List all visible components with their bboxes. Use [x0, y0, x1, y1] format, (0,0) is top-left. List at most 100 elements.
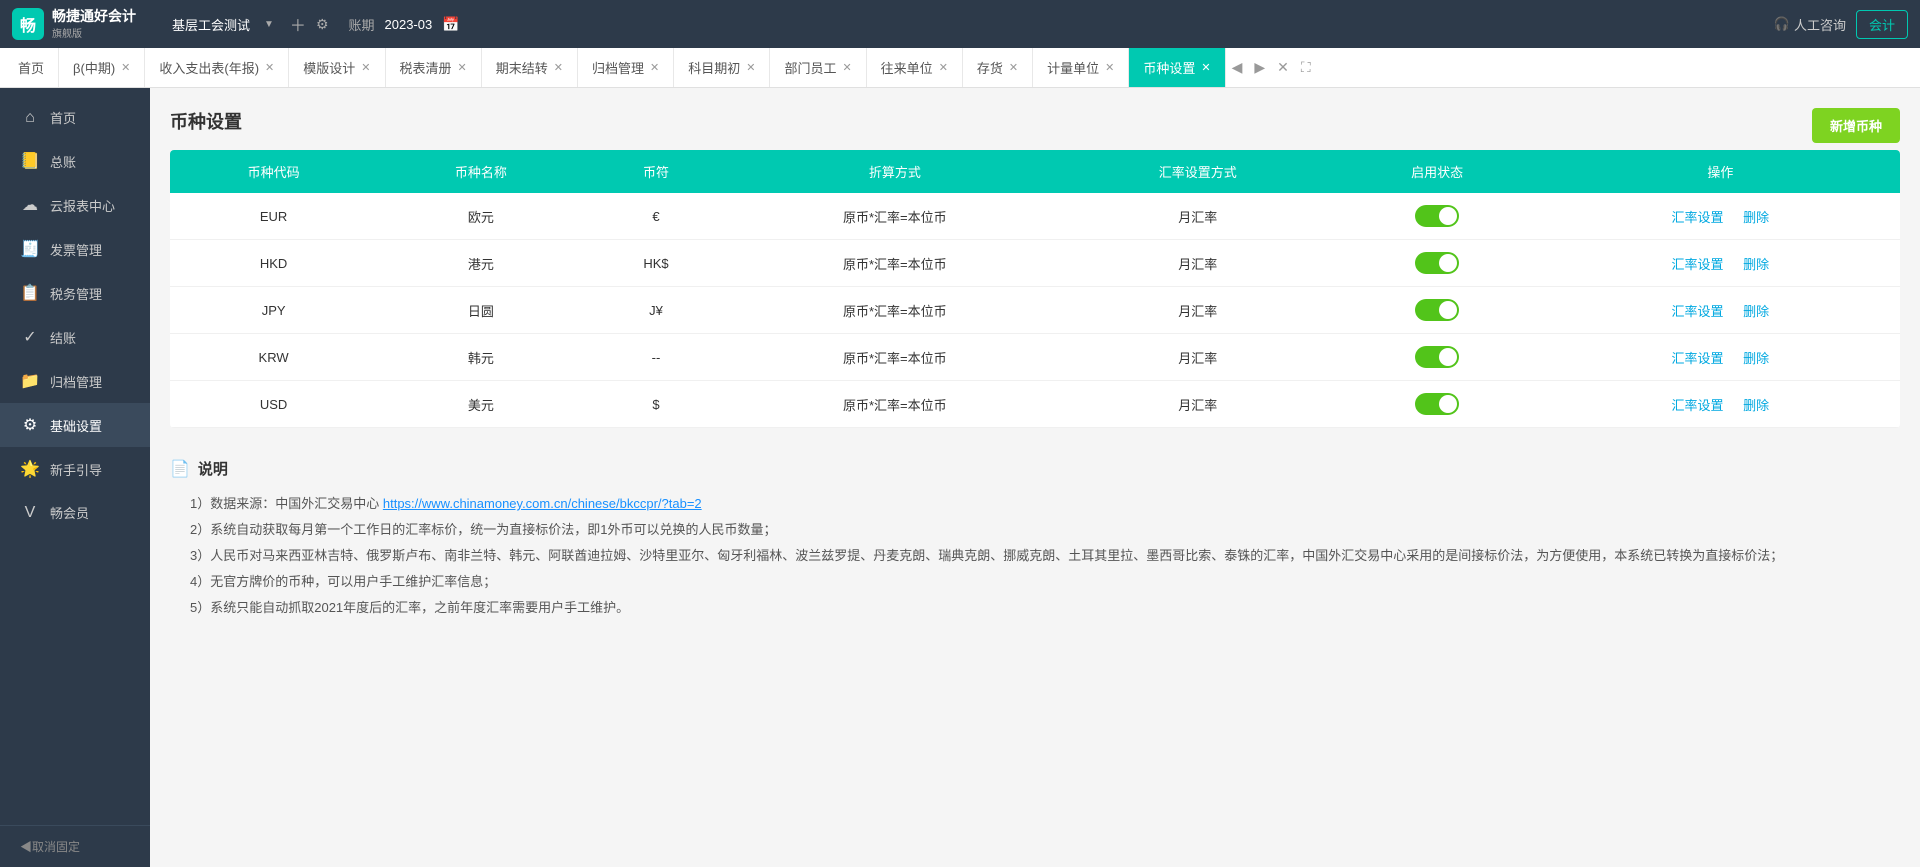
tab-close-subjects[interactable]: ✕ — [746, 61, 755, 74]
delete-link-2[interactable]: 删除 — [1743, 304, 1769, 319]
cell-rate-type-0: 月汇率 — [1062, 193, 1333, 240]
cell-rate-type-4: 月汇率 — [1062, 381, 1333, 428]
settings-icon[interactable]: ⚙ — [316, 16, 329, 33]
table-row: JPY 日圆 J¥ 原币*汇率=本位币 月汇率 汇率设置 删除 — [170, 287, 1900, 334]
tab-subjects[interactable]: 科目期初 ✕ — [674, 48, 770, 88]
sidebar-item-ledger[interactable]: 📒 总账 — [0, 139, 150, 183]
tab-dept[interactable]: 部门员工 ✕ — [770, 48, 866, 88]
cell-status-2 — [1333, 287, 1540, 334]
cell-rate-type-1: 月汇率 — [1062, 240, 1333, 287]
content-area: 币种设置 新增币种 币种代码 币种名称 币符 折算方式 汇率设置方式 启用状态 … — [150, 88, 1920, 867]
toggle-enabled-3[interactable] — [1415, 346, 1459, 368]
tab-archive[interactable]: 归档管理 ✕ — [578, 48, 674, 88]
tab-close-unit[interactable]: ✕ — [1105, 61, 1114, 74]
tab-prev-button[interactable]: ◀ — [1226, 59, 1249, 76]
period-value[interactable]: 2023-03 — [385, 17, 433, 32]
tab-close-period-end[interactable]: ✕ — [554, 61, 563, 74]
tab-close-income[interactable]: ✕ — [265, 61, 274, 74]
delete-link-0[interactable]: 删除 — [1743, 210, 1769, 225]
tab-next-button[interactable]: ▶ — [1248, 59, 1271, 76]
account-button[interactable]: 会计 — [1856, 10, 1908, 39]
toggle-enabled-2[interactable] — [1415, 299, 1459, 321]
top-bar: 畅 畅捷通好会计 旗舰版 基层工会测试 ▼ ＋ ⚙ 账期 2023-03 📅 🎧… — [0, 0, 1920, 48]
currency-table: 币种代码 币种名称 币符 折算方式 汇率设置方式 启用状态 操作 EUR 欧元 … — [170, 150, 1900, 428]
logo-icon: 畅 — [12, 8, 44, 40]
col-header-conversion: 折算方式 — [728, 150, 1063, 193]
add-project-button[interactable]: ＋ — [290, 12, 306, 36]
sidebar-item-checkout[interactable]: ✓ 结账 — [0, 315, 150, 359]
tab-close-inventory[interactable]: ✕ — [1009, 61, 1018, 74]
tax-icon: 📋 — [20, 283, 40, 303]
delete-link-1[interactable]: 删除 — [1743, 257, 1769, 272]
note-item-3: 3）人民币对马来西亚林吉特、俄罗斯卢布、南非兰特、韩元、阿联酋迪拉姆、沙特里亚尔… — [190, 543, 1900, 569]
sidebar-item-guide[interactable]: 🌟 新手引导 — [0, 447, 150, 491]
table-header-row: 币种代码 币种名称 币符 折算方式 汇率设置方式 启用状态 操作 — [170, 150, 1900, 193]
rate-settings-link-1[interactable]: 汇率设置 — [1672, 257, 1724, 272]
new-currency-button[interactable]: 新增币种 — [1812, 108, 1900, 143]
cell-actions-4: 汇率设置 删除 — [1541, 381, 1900, 428]
app-edition: 旗舰版 — [52, 25, 136, 40]
rate-settings-link-4[interactable]: 汇率设置 — [1672, 398, 1724, 413]
col-header-status: 启用状态 — [1333, 150, 1540, 193]
tab-period-end[interactable]: 期末结转 ✕ — [482, 48, 578, 88]
toggle-enabled-0[interactable] — [1415, 205, 1459, 227]
tab-contacts[interactable]: 往来单位 ✕ — [867, 48, 963, 88]
rate-settings-link-0[interactable]: 汇率设置 — [1672, 210, 1724, 225]
tab-close-currency[interactable]: ✕ — [1201, 61, 1210, 74]
cell-conversion-0: 原币*汇率=本位币 — [728, 193, 1063, 240]
tab-income[interactable]: 收入支出表(年报) ✕ — [145, 48, 289, 88]
table-row: EUR 欧元 € 原币*汇率=本位币 月汇率 汇率设置 删除 — [170, 193, 1900, 240]
sidebar-item-invoice[interactable]: 🧾 发票管理 — [0, 227, 150, 271]
support-button[interactable]: 🎧 人工咨询 — [1774, 15, 1846, 34]
content-header: 币种设置 新增币种 — [170, 108, 1900, 134]
cell-actions-0: 汇率设置 删除 — [1541, 193, 1900, 240]
col-header-rate-type: 汇率设置方式 — [1062, 150, 1333, 193]
tab-home[interactable]: 首页 — [4, 48, 59, 88]
collapse-sidebar-button[interactable]: ◀取消固定 — [0, 825, 150, 867]
tab-close-dept[interactable]: ✕ — [842, 61, 851, 74]
tab-close-contacts[interactable]: ✕ — [939, 61, 948, 74]
toggle-enabled-1[interactable] — [1415, 252, 1459, 274]
notes-link[interactable]: https://www.chinamoney.com.cn/chinese/bk… — [383, 496, 702, 511]
tab-expand-button[interactable]: ⛶ — [1295, 59, 1317, 76]
cell-conversion-4: 原币*汇率=本位币 — [728, 381, 1063, 428]
note-item-2: 2）系统自动获取每月第一个工作日的汇率标价，统一为直接标价法，即1外币可以兑换的… — [190, 517, 1900, 543]
cell-code-1: HKD — [170, 240, 377, 287]
sidebar-item-member[interactable]: V 畅会员 — [0, 491, 150, 534]
sidebar-item-tax[interactable]: 📋 税务管理 — [0, 271, 150, 315]
tab-currency[interactable]: 币种设置 ✕ — [1129, 48, 1225, 88]
app-name: 畅捷通好会计 — [52, 8, 136, 25]
cell-symbol-3: -- — [584, 334, 727, 381]
sidebar-item-basic-settings[interactable]: ⚙ 基础设置 — [0, 403, 150, 447]
delete-link-4[interactable]: 删除 — [1743, 398, 1769, 413]
project-dropdown-icon[interactable]: ▼ — [264, 19, 274, 30]
tab-close-all-button[interactable]: ✕ — [1271, 59, 1295, 76]
cell-actions-3: 汇率设置 删除 — [1541, 334, 1900, 381]
calendar-icon[interactable]: 📅 — [442, 16, 459, 33]
cell-status-0 — [1333, 193, 1540, 240]
rate-settings-link-2[interactable]: 汇率设置 — [1672, 304, 1724, 319]
sidebar: ⌂ 首页 📒 总账 ☁ 云报表中心 🧾 发票管理 📋 税务管理 ✓ 结账 📁 归… — [0, 88, 150, 867]
cell-conversion-3: 原币*汇率=本位币 — [728, 334, 1063, 381]
tab-unit[interactable]: 计量单位 ✕ — [1033, 48, 1129, 88]
sidebar-item-archive[interactable]: 📁 归档管理 — [0, 359, 150, 403]
project-name[interactable]: 基层工会测试 — [172, 15, 250, 34]
sidebar-item-reports[interactable]: ☁ 云报表中心 — [0, 183, 150, 227]
tab-inventory[interactable]: 存货 ✕ — [963, 48, 1033, 88]
tab-template[interactable]: 模版设计 ✕ — [289, 48, 385, 88]
rate-settings-link-3[interactable]: 汇率设置 — [1672, 351, 1724, 366]
sidebar-item-home[interactable]: ⌂ 首页 — [0, 96, 150, 139]
tab-close-template[interactable]: ✕ — [361, 61, 370, 74]
tab-close-archive[interactable]: ✕ — [650, 61, 659, 74]
toggle-enabled-4[interactable] — [1415, 393, 1459, 415]
currency-data-table: 币种代码 币种名称 币符 折算方式 汇率设置方式 启用状态 操作 EUR 欧元 … — [170, 150, 1900, 428]
tab-balance[interactable]: β(中期) ✕ — [59, 48, 145, 88]
cell-conversion-2: 原币*汇率=本位币 — [728, 287, 1063, 334]
invoice-icon: 🧾 — [20, 239, 40, 259]
tab-tax[interactable]: 税表清册 ✕ — [386, 48, 482, 88]
tab-close-tax[interactable]: ✕ — [458, 61, 467, 74]
delete-link-3[interactable]: 删除 — [1743, 351, 1769, 366]
cell-code-3: KRW — [170, 334, 377, 381]
cell-symbol-4: $ — [584, 381, 727, 428]
tab-close-balance[interactable]: ✕ — [121, 61, 130, 74]
